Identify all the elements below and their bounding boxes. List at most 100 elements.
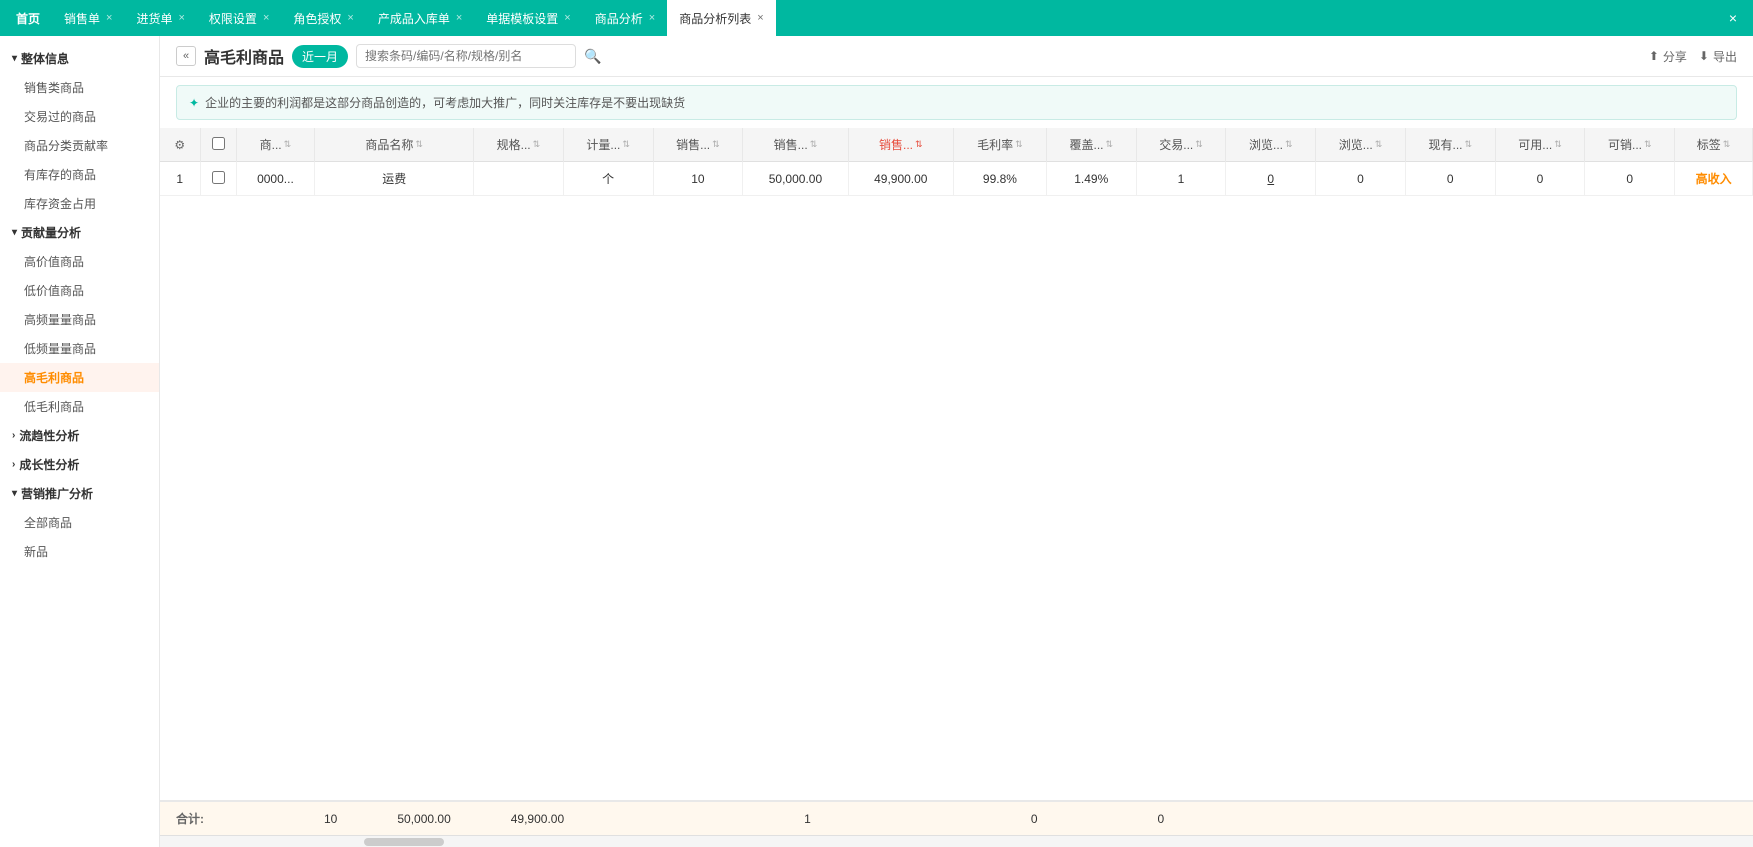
select-all-checkbox[interactable] bbox=[212, 137, 225, 150]
col-profit-header[interactable]: 销售...⇅ bbox=[848, 128, 953, 162]
sidebar-item-stock-capital[interactable]: 库存资金占用 bbox=[0, 189, 159, 218]
nav-sales[interactable]: 销售单 × bbox=[52, 0, 124, 36]
col-available-header[interactable]: 可用...⇅ bbox=[1495, 128, 1585, 162]
nav-permission[interactable]: 权限设置 × bbox=[197, 0, 281, 36]
footer-profit: 49,900.00 bbox=[511, 812, 564, 826]
group-overall-label: 整体信息 bbox=[21, 50, 69, 67]
nav-analysis-close[interactable]: × bbox=[649, 12, 655, 24]
col-browse1-header[interactable]: 浏览...⇅ bbox=[1226, 128, 1316, 162]
horizontal-scrollbar[interactable] bbox=[160, 835, 1753, 847]
col-trade-header[interactable]: 交易...⇅ bbox=[1136, 128, 1226, 162]
window-close-button[interactable]: × bbox=[1717, 10, 1749, 26]
sidebar-item-traded-goods[interactable]: 交易过的商品 bbox=[0, 102, 159, 131]
sidebar-item-low-margin[interactable]: 低毛利商品 bbox=[0, 392, 159, 421]
group-wealth-label: 贡献量分析 bbox=[21, 224, 81, 241]
col-unit-sort: 计量...⇅ bbox=[586, 136, 630, 153]
nav-finished-close[interactable]: × bbox=[456, 12, 462, 24]
col-unit-header[interactable]: 计量...⇅ bbox=[563, 128, 653, 162]
col-settings-header[interactable]: ⚙ bbox=[160, 128, 200, 162]
col-code-header[interactable]: 商...⇅ bbox=[236, 128, 315, 162]
nav-analysis-list[interactable]: 商品分析列表 × bbox=[667, 0, 775, 36]
content-area: « 高毛利商品 近一月 🔍 ⬆ 分享 ⬇ 导出 ✦ 企业的主要的利润都是这部分商… bbox=[160, 36, 1753, 847]
sidebar-item-low-freq[interactable]: 低频量量商品 bbox=[0, 334, 159, 363]
sidebar-item-high-price[interactable]: 高价值商品 bbox=[0, 247, 159, 276]
col-qty-header[interactable]: 销售...⇅ bbox=[653, 128, 743, 162]
nav-template[interactable]: 单据模板设置 × bbox=[474, 0, 582, 36]
nav-sales-label: 销售单 bbox=[64, 10, 100, 27]
info-banner-text: 企业的主要的利润都是这部分商品创造的，可考虑加大推广，同时关注库存是不要出现缺货 bbox=[205, 94, 685, 111]
cell-tag: 高收入 bbox=[1675, 162, 1753, 196]
browse1-link[interactable]: 0 bbox=[1267, 172, 1274, 186]
nav-role[interactable]: 角色授权 × bbox=[281, 0, 365, 36]
cell-spec bbox=[474, 162, 564, 196]
nav-purchase-close[interactable]: × bbox=[178, 12, 184, 24]
footer-label: 合计: bbox=[176, 810, 204, 827]
col-name-header[interactable]: 商品名称⇅ bbox=[315, 128, 474, 162]
nav-analysis[interactable]: 商品分析 × bbox=[583, 0, 667, 36]
nav-analysis-list-label: 商品分析列表 bbox=[679, 10, 751, 27]
content-header: « 高毛利商品 近一月 🔍 ⬆ 分享 ⬇ 导出 bbox=[160, 36, 1753, 77]
search-input[interactable] bbox=[356, 44, 576, 68]
nav-analysis-label: 商品分析 bbox=[595, 10, 643, 27]
header-actions: ⬆ 分享 ⬇ 导出 bbox=[1649, 48, 1737, 65]
sidebar-item-high-freq[interactable]: 高频量量商品 bbox=[0, 305, 159, 334]
export-label: 导出 bbox=[1713, 48, 1737, 65]
col-coverage-header[interactable]: 覆盖...⇅ bbox=[1046, 128, 1136, 162]
col-browse2-header[interactable]: 浏览...⇅ bbox=[1316, 128, 1406, 162]
export-button[interactable]: ⬇ 导出 bbox=[1699, 48, 1737, 65]
col-amt-sort: 销售...⇅ bbox=[774, 136, 818, 153]
col-tag-header[interactable]: 标签⇅ bbox=[1675, 128, 1753, 162]
share-button[interactable]: ⬆ 分享 bbox=[1649, 48, 1687, 65]
cell-current: 0 bbox=[1405, 162, 1495, 196]
nav-finished-label: 产成品入库单 bbox=[378, 10, 450, 27]
col-checkbox-header[interactable] bbox=[200, 128, 236, 162]
col-margin-header[interactable]: 毛利率⇅ bbox=[953, 128, 1046, 162]
table-body: 1 0000... 运费 个 10 50,000.00 49,900.00 99… bbox=[160, 162, 1753, 196]
nav-home[interactable]: 首页 bbox=[4, 0, 52, 36]
sidebar-group-marketing[interactable]: ▾ 营销推广分析 bbox=[0, 479, 159, 508]
filter-recent-month-button[interactable]: 近一月 bbox=[292, 45, 348, 68]
sidebar-group-growth[interactable]: › 成长性分析 bbox=[0, 450, 159, 479]
nav-permission-close[interactable]: × bbox=[263, 12, 269, 24]
footer-current: 0 bbox=[1031, 812, 1038, 826]
sidebar-group-wealth[interactable]: ▾ 贡献量分析 bbox=[0, 218, 159, 247]
col-tag-sort: 标签⇅ bbox=[1697, 136, 1731, 153]
nav-permission-label: 权限设置 bbox=[209, 10, 257, 27]
cell-amt: 50,000.00 bbox=[743, 162, 848, 196]
sidebar-item-sales-goods[interactable]: 销售类商品 bbox=[0, 73, 159, 102]
cell-trade: 1 bbox=[1136, 162, 1226, 196]
sidebar-collapse-button[interactable]: « bbox=[176, 46, 196, 66]
group-growth-arrow: › bbox=[12, 459, 15, 470]
nav-role-close[interactable]: × bbox=[347, 12, 353, 24]
cell-code: 0000... bbox=[236, 162, 315, 196]
group-marketing-arrow: ▾ bbox=[12, 488, 17, 499]
row-checkbox[interactable] bbox=[212, 171, 225, 184]
col-saleable-header[interactable]: 可销...⇅ bbox=[1585, 128, 1675, 162]
sidebar-group-overall[interactable]: ▾ 整体信息 bbox=[0, 44, 159, 73]
nav-analysis-list-close[interactable]: × bbox=[757, 12, 763, 24]
nav-template-label: 单据模板设置 bbox=[486, 10, 558, 27]
nav-purchase[interactable]: 进货单 × bbox=[124, 0, 196, 36]
nav-sales-close[interactable]: × bbox=[106, 12, 112, 24]
cell-saleable: 0 bbox=[1585, 162, 1675, 196]
col-current-header[interactable]: 现有...⇅ bbox=[1405, 128, 1495, 162]
col-amt-header[interactable]: 销售...⇅ bbox=[743, 128, 848, 162]
sidebar-item-high-margin[interactable]: 高毛利商品 bbox=[0, 363, 159, 392]
info-banner: ✦ 企业的主要的利润都是这部分商品创造的，可考虑加大推广，同时关注库存是不要出现… bbox=[176, 85, 1737, 120]
sidebar-group-trend[interactable]: › 流趋性分析 bbox=[0, 421, 159, 450]
sidebar-item-stock-goods[interactable]: 有库存的商品 bbox=[0, 160, 159, 189]
scroll-thumb[interactable] bbox=[364, 838, 444, 846]
table-row: 1 0000... 运费 个 10 50,000.00 49,900.00 99… bbox=[160, 162, 1753, 196]
sidebar-item-new-goods[interactable]: 新品 bbox=[0, 537, 159, 566]
export-icon: ⬇ bbox=[1699, 49, 1709, 63]
col-spec-header[interactable]: 规格...⇅ bbox=[474, 128, 564, 162]
search-button[interactable]: 🔍 bbox=[584, 48, 601, 65]
sidebar-item-all-goods[interactable]: 全部商品 bbox=[0, 508, 159, 537]
sidebar-item-low-price[interactable]: 低价值商品 bbox=[0, 276, 159, 305]
footer-trade: 1 bbox=[804, 812, 811, 826]
column-settings-icon[interactable]: ⚙ bbox=[174, 138, 185, 152]
nav-template-close[interactable]: × bbox=[564, 12, 570, 24]
nav-finished[interactable]: 产成品入库单 × bbox=[366, 0, 474, 36]
sidebar-item-goods-contribution[interactable]: 商品分类贡献率 bbox=[0, 131, 159, 160]
cell-checkbox[interactable] bbox=[200, 162, 236, 196]
